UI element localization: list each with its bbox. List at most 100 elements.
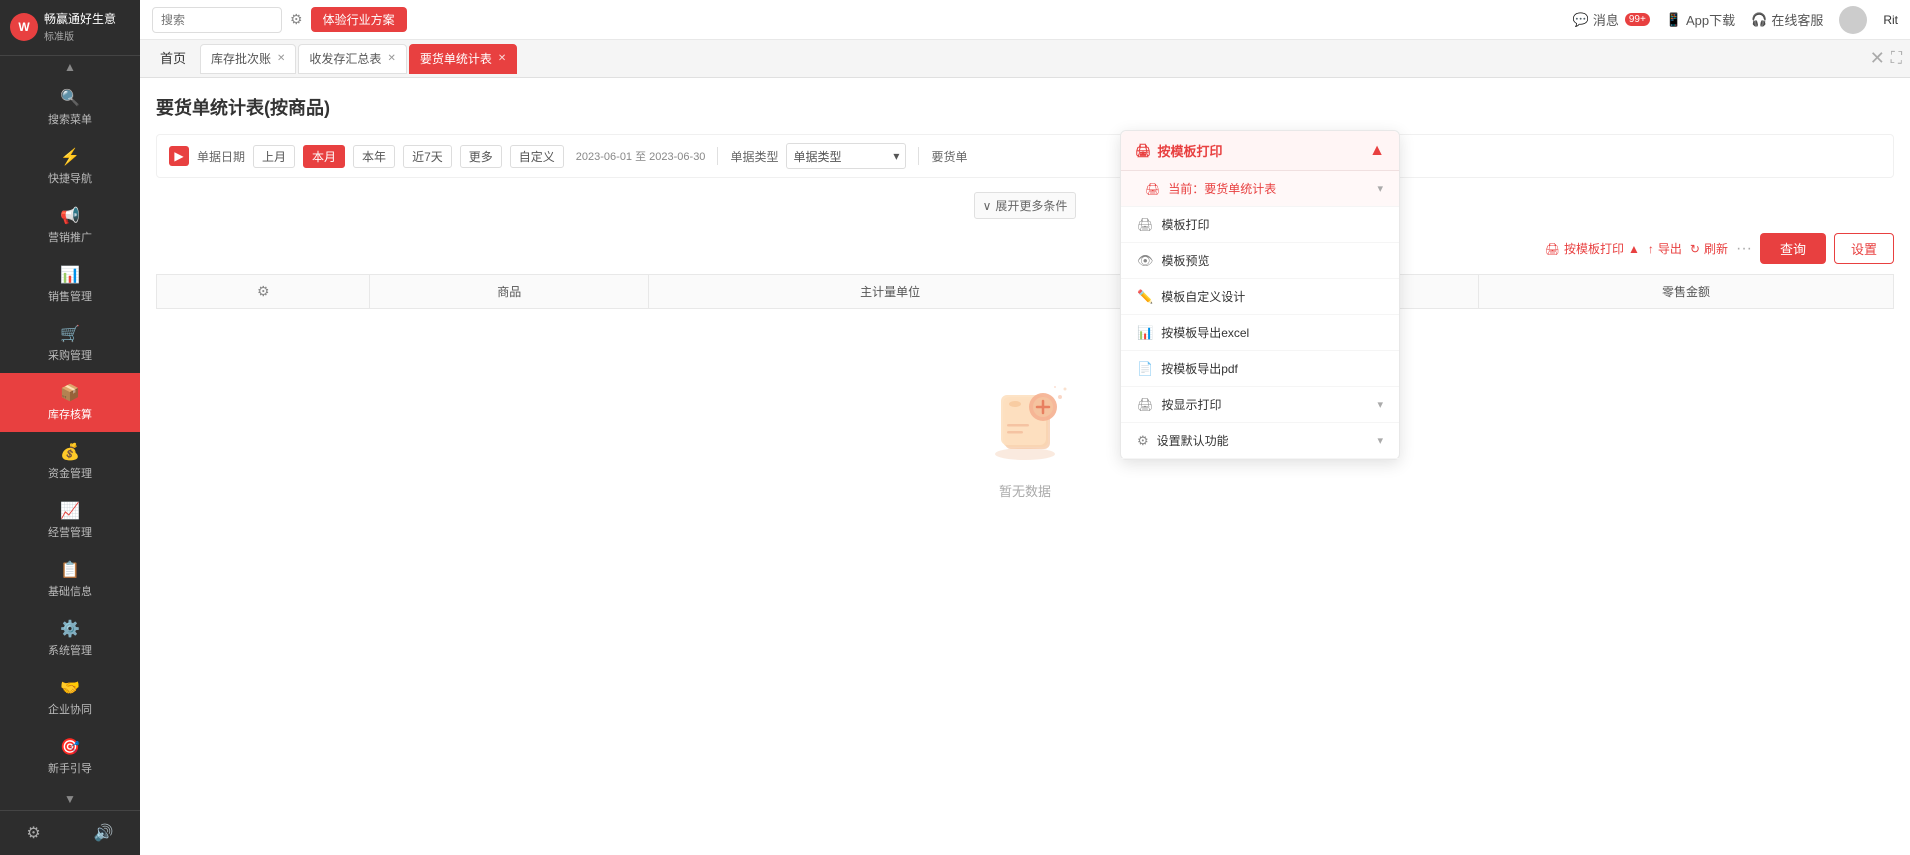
item-0-icon: 🖨 [1137,217,1154,233]
purchase-icon: 🛒 [60,324,80,344]
basic-icon: 📋 [60,560,80,580]
trial-button[interactable]: 体验行业方案 [311,7,407,32]
sidebar-item-finance[interactable]: 💰 资金管理 [0,432,140,491]
date-more[interactable]: 更多 [460,145,502,168]
table-col-unit: 主计量单位 [649,275,1132,309]
date-custom[interactable]: 自定义 [510,145,564,168]
tab-home[interactable]: 首页 [148,42,198,75]
enterprise-icon: 🤝 [60,678,80,698]
print-button[interactable]: 🖨 按模板打印 ▲ [1545,240,1640,257]
sidebar-item-newbie[interactable]: 🎯 新手引导 [0,727,140,786]
filter-divider-2 [918,147,919,165]
sidebar-item-label: 搜索菜单 [48,111,92,127]
dropdown-print-icon: 🖨 [1135,143,1152,159]
dropdown-header: 🖨 按模板打印 ▲ [1121,131,1399,171]
sidebar: W 畅赢通好生意 标准版 ▲ 🔍 搜索菜单 ⚡ 快捷导航 📢 营销推广 📊 销售… [0,0,140,855]
avatar[interactable] [1839,6,1867,34]
sidebar-scroll-down[interactable]: ▼ [0,788,140,810]
tab-inventory-batch[interactable]: 库存批次账 ✕ [200,44,296,74]
sidebar-item-enterprise[interactable]: 🤝 企业协同 [0,668,140,727]
tabbar: 首页 库存批次账 ✕ 收发存汇总表 ✕ 要货单统计表 ✕ ✕ ⛶ [140,40,1910,78]
topbar-gear-icon[interactable]: ⚙ [290,11,303,28]
dropdown-item-5[interactable]: 🖨 按显示打印 ▾ [1121,387,1399,423]
tab-label: 要货单统计表 [420,50,492,67]
empty-text: 暂无数据 [999,481,1051,500]
item-1-label: 模板预览 [1162,252,1210,269]
filter-expand-button[interactable]: ▶ [169,146,189,166]
sidebar-nav: 🔍 搜索菜单 ⚡ 快捷导航 📢 营销推广 📊 销售管理 🛒 采购管理 📦 库存核… [0,78,140,788]
type-select-label: 单据类型 [793,148,841,165]
sidebar-item-quick-nav[interactable]: ⚡ 快捷导航 [0,137,140,196]
date-last-7-days[interactable]: 近7天 [403,145,452,168]
sidebar-item-basic[interactable]: 📋 基础信息 [0,550,140,609]
sidebar-item-sales[interactable]: 📊 销售管理 [0,255,140,314]
expand-more-label: 展开更多条件 [995,197,1067,214]
item-0-label: 模板打印 [1162,216,1210,233]
message-icon: 💬 [1573,12,1589,28]
item-6-label: 设置默认功能 [1157,432,1229,449]
tab-close-icon-active[interactable]: ✕ [498,54,506,64]
print-icon: 🖨 [1545,242,1560,256]
tab-close-icon[interactable]: ✕ [277,54,285,64]
settings-button[interactable]: 设置 [1834,233,1894,264]
expand-more-icon: ∨ [983,199,992,213]
online-service-button[interactable]: 🎧 在线客服 [1751,10,1823,29]
messages-button[interactable]: 💬 消息 99+ [1573,10,1650,29]
item-4-label: 按模板导出pdf [1161,360,1238,377]
dropdown-item-6[interactable]: ⚙ 设置默认功能 ▾ [1121,423,1399,459]
dropdown-current-item[interactable]: 🖨 当前：要货单统计表 ▾ [1121,171,1399,207]
sidebar-item-inventory[interactable]: 📦 库存核算 [0,373,140,432]
date-last-month[interactable]: 上月 [253,145,295,168]
item-2-icon: ✏️ [1137,289,1153,305]
system-icon: ⚙️ [60,619,80,639]
item-2-label: 模板自定义设计 [1161,288,1245,305]
dropdown-item-2[interactable]: ✏️ 模板自定义设计 [1121,279,1399,315]
topbar-search-input[interactable] [152,7,282,33]
export-button[interactable]: ↑ 导出 [1648,240,1682,257]
tab-collect-summary[interactable]: 收发存汇总表 ✕ [298,44,406,74]
item-5-icon: 🖨 [1137,397,1154,413]
marketing-icon: 📢 [60,206,80,226]
filter-bar: ▶ 单据日期 上月 本月 本年 近7天 更多 自定义 2023-06-01 至 … [156,134,1894,178]
tab-close-window-icon[interactable]: ✕ [1870,48,1885,69]
sidebar-item-marketing[interactable]: 📢 营销推广 [0,196,140,255]
current-item-icon: 🖨 [1145,182,1160,196]
dropdown-item-3[interactable]: 📊 按模板导出excel [1121,315,1399,351]
query-button[interactable]: 查询 [1760,233,1826,264]
date-this-year[interactable]: 本年 [353,145,395,168]
more-options-icon[interactable]: ··· [1736,240,1752,258]
tab-maximize-icon[interactable]: ⛶ [1891,50,1902,68]
dropdown-item-4[interactable]: 📄 按模板导出pdf [1121,351,1399,387]
expand-more-button[interactable]: ∨ 展开更多条件 [974,192,1077,219]
speaker-icon[interactable]: 🔊 [86,819,122,847]
page-content: 要货单统计表(按商品) ▶ 单据日期 上月 本月 本年 近7天 更多 自定义 2… [140,78,1910,855]
sidebar-item-label: 快捷导航 [48,170,92,186]
sidebar-scroll-up[interactable]: ▲ [0,56,140,78]
dropdown-close-icon[interactable]: ▲ [1369,142,1385,160]
refresh-button[interactable]: ↻ 刷新 [1690,240,1728,257]
topbar: ⚙ 体验行业方案 💬 消息 99+ 📱 App下载 🎧 在线客服 Rit [140,0,1910,40]
settings-bottom-icon[interactable]: ⚙ [18,819,48,847]
app-edition: 标准版 [44,28,116,43]
type-filter-label: 单据类型 [730,148,778,165]
type-filter-select[interactable]: 单据类型 ▾ [786,143,906,169]
sidebar-item-system[interactable]: ⚙️ 系统管理 [0,609,140,668]
date-this-month[interactable]: 本月 [303,145,345,168]
item-5-arrow: ▾ [1377,398,1383,411]
sidebar-item-operations[interactable]: 📈 经营管理 [0,491,140,550]
tab-close-icon[interactable]: ✕ [387,54,395,64]
table-col-settings-icon[interactable]: ⚙ [257,283,270,299]
date-filter-label: 单据日期 [197,148,245,165]
sidebar-item-search[interactable]: 🔍 搜索菜单 [0,78,140,137]
table-toolbar: 🖨 按模板打印 ▲ ↑ 导出 ↻ 刷新 ··· 查询 设置 [156,227,1894,270]
dropdown-item-1[interactable]: 👁 模板预览 [1121,243,1399,279]
app-download-button[interactable]: 📱 App下载 [1666,10,1735,29]
dropdown-title: 🖨 按模板打印 [1135,141,1223,160]
tab-order-stats[interactable]: 要货单统计表 ✕ [409,44,517,74]
dropdown-item-0[interactable]: 🖨 模板打印 [1121,207,1399,243]
sidebar-item-label: 销售管理 [48,288,92,304]
sales-icon: 📊 [60,265,80,285]
sidebar-item-purchase[interactable]: 🛒 采购管理 [0,314,140,373]
sidebar-item-label: 系统管理 [48,642,92,658]
table-col-settings[interactable]: ⚙ [157,275,370,309]
